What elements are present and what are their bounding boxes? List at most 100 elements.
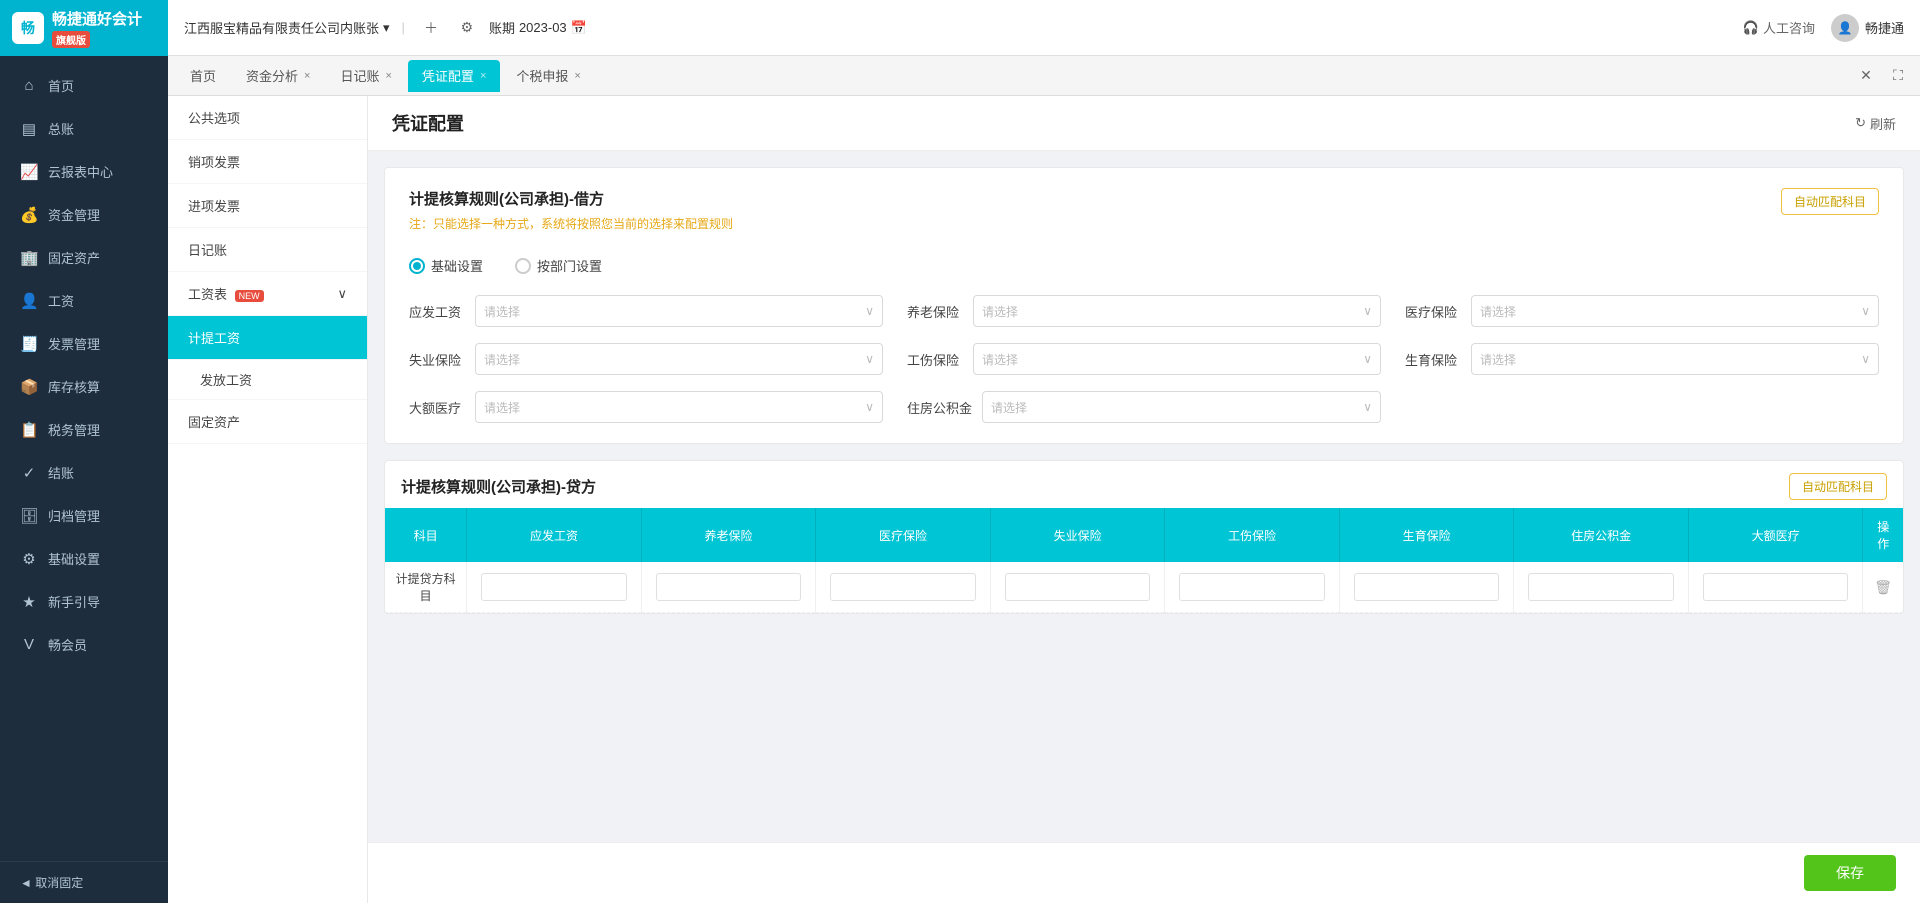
debit-section-header: 计提核算规则(公司承担)-借方 注：只能选择一种方式，系统将按照您当前的选择来配… [409, 188, 1879, 248]
sidebar-item-guide[interactable]: ★ 新手引导 [0, 580, 168, 623]
large-medical-select[interactable]: 请选择 ∨ [475, 391, 883, 423]
maternity-select[interactable]: 请选择 ∨ [1471, 343, 1879, 375]
settings-icon[interactable]: ⚙ [453, 14, 481, 42]
user-menu[interactable]: 👤 畅捷通 [1831, 14, 1904, 42]
close-icon[interactable]: × [574, 70, 580, 82]
left-menu-salary-table[interactable]: 工资表 NEW ∨ [168, 272, 367, 316]
left-menu-salary-pay[interactable]: 发放工资 [168, 360, 367, 400]
input-unemployment[interactable] [1005, 573, 1150, 601]
housing-fund-select[interactable]: 请选择 ∨ [982, 391, 1381, 423]
sidebar-item-basic-settings[interactable]: ⚙ 基础设置 [0, 537, 168, 580]
sidebar-item-label: 基础设置 [48, 549, 100, 568]
sidebar-item-inventory[interactable]: 📦 库存核算 [0, 365, 168, 408]
sidebar-item-label: 云报表中心 [48, 162, 113, 181]
expand-button[interactable]: ⛶ [1884, 62, 1912, 90]
debit-section-title: 计提核算规则(公司承担)-借方 [409, 188, 733, 209]
delete-row-button[interactable]: 🗑 [1874, 579, 1892, 595]
form-row-unemployment: 失业保险 请选择 ∨ [409, 343, 883, 375]
refresh-icon: ↻ [1855, 115, 1866, 131]
debit-form-grid: 应发工资 请选择 ∨ 养老保险 请选择 ∨ [409, 295, 1879, 423]
refresh-button[interactable]: ↻ 刷新 [1855, 114, 1896, 133]
input-housing-fund[interactable] [1528, 573, 1673, 601]
form-row-medical: 医疗保险 请选择 ∨ [1405, 295, 1879, 327]
unemployment-label: 失业保险 [409, 350, 465, 369]
injury-select[interactable]: 请选择 ∨ [973, 343, 1381, 375]
close-icon[interactable]: × [385, 70, 391, 82]
medical-select[interactable]: 请选择 ∨ [1471, 295, 1879, 327]
sidebar-item-fund[interactable]: 💰 资金管理 [0, 193, 168, 236]
col-unemployment: 失业保险 [990, 508, 1165, 562]
calendar-icon[interactable]: 📅 [571, 20, 587, 36]
input-large-medical[interactable] [1703, 573, 1848, 601]
left-menu-salary-accrual[interactable]: 计提工资 [168, 316, 367, 360]
debit-auto-match-button[interactable]: 自动匹配科目 [1781, 188, 1879, 215]
tab-home[interactable]: 首页 [176, 60, 230, 92]
debit-section: 计提核算规则(公司承担)-借方 注：只能选择一种方式，系统将按照您当前的选择来配… [384, 167, 1904, 444]
row-maternity [1339, 562, 1514, 613]
chevron-down-icon: ∨ [1363, 352, 1372, 366]
injury-label: 工伤保险 [907, 350, 963, 369]
sidebar-item-fixed-assets[interactable]: 🏢 固定资产 [0, 236, 168, 279]
save-button[interactable]: 保存 [1804, 855, 1896, 891]
unpin-label: ◄ 取消固定 [20, 874, 83, 891]
radio-basic[interactable]: 基础设置 [409, 256, 483, 275]
sidebar-item-cloud-report[interactable]: 📈 云报表中心 [0, 150, 168, 193]
topbar-right: 🎧 人工咨询 👤 畅捷通 [1743, 14, 1904, 42]
service-button[interactable]: 🎧 人工咨询 [1743, 18, 1815, 37]
credit-auto-match-button[interactable]: 自动匹配科目 [1789, 473, 1887, 500]
left-menu-fixed-assets[interactable]: 固定资产 [168, 400, 367, 444]
chevron-down-icon: ∨ [1363, 304, 1372, 318]
input-maternity[interactable] [1354, 573, 1499, 601]
fund-icon: 💰 [20, 206, 38, 224]
page-header: 凭证配置 ↻ 刷新 [368, 96, 1920, 151]
form-row-maternity: 生育保险 请选择 ∨ [1405, 343, 1879, 375]
pension-select[interactable]: 请选择 ∨ [973, 295, 1381, 327]
service-label: 人工咨询 [1763, 18, 1815, 37]
sidebar-item-settle[interactable]: ✓ 结账 [0, 451, 168, 494]
chevron-down-icon: ∨ [865, 400, 874, 414]
close-icon[interactable]: × [480, 70, 486, 82]
left-menu-sales-invoice[interactable]: 销项发票 [168, 140, 367, 184]
input-should-pay[interactable] [481, 573, 626, 601]
tab-journal[interactable]: 日记账 × [326, 60, 405, 92]
sidebar-item-archive[interactable]: 🗄 归档管理 [0, 494, 168, 537]
sidebar-unpin[interactable]: ◄ 取消固定 [0, 861, 168, 903]
credit-section-header: 计提核算规则(公司承担)-贷方 自动匹配科目 [385, 461, 1903, 508]
input-injury[interactable] [1179, 573, 1324, 601]
form-row-housing-fund: 住房公积金 请选择 ∨ [907, 391, 1381, 423]
should-pay-select[interactable]: 请选择 ∨ [475, 295, 883, 327]
tab-voucher-config[interactable]: 凭证配置 × [408, 60, 500, 92]
radio-dept[interactable]: 按部门设置 [515, 256, 602, 275]
close-icon[interactable]: × [304, 70, 310, 82]
sidebar-item-invoice[interactable]: 🧾 发票管理 [0, 322, 168, 365]
tabbar-controls: ✕ ⛶ [1852, 62, 1912, 90]
chevron-down-icon: ∨ [865, 352, 874, 366]
sidebar-item-vip[interactable]: V 畅会员 [0, 623, 168, 666]
tab-tax-report[interactable]: 个税申报 × [502, 60, 594, 92]
sidebar-item-label: 资金管理 [48, 205, 100, 224]
tab-fund-analysis[interactable]: 资金分析 × [232, 60, 324, 92]
tab-voucher-config-label: 凭证配置 [422, 66, 474, 85]
input-pension[interactable] [656, 573, 801, 601]
injury-placeholder: 请选择 [982, 351, 1018, 368]
company-selector[interactable]: 江西服宝精品有限责任公司内账张 ▾ [184, 18, 390, 37]
tab-tax-report-label: 个税申报 [516, 66, 568, 85]
sidebar-item-home[interactable]: ⌂ 首页 [0, 64, 168, 107]
sidebar-item-salary[interactable]: 👤 工资 [0, 279, 168, 322]
unemployment-select[interactable]: 请选择 ∨ [475, 343, 883, 375]
tabbar: 首页 资金分析 × 日记账 × 凭证配置 × 个税申报 × ✕ ⛶ [168, 56, 1920, 96]
close-all-button[interactable]: ✕ [1852, 62, 1880, 90]
radio-dept-circle [515, 258, 531, 274]
add-button[interactable]: ＋ [417, 14, 445, 42]
left-menu-purchase-invoice[interactable]: 进项发票 [168, 184, 367, 228]
input-medical[interactable] [830, 573, 975, 601]
housing-fund-label: 住房公积金 [907, 398, 972, 417]
form-row-should-pay: 应发工资 请选择 ∨ [409, 295, 883, 327]
chevron-down-icon: ∨ [337, 286, 347, 302]
left-menu-public[interactable]: 公共选项 [168, 96, 367, 140]
sidebar-item-ledger[interactable]: ▤ 总账 [0, 107, 168, 150]
sidebar-item-tax[interactable]: 📋 税务管理 [0, 408, 168, 451]
period-value: 2023-03 [519, 20, 567, 35]
left-menu-journal[interactable]: 日记账 [168, 228, 367, 272]
large-medical-label: 大额医疗 [409, 398, 465, 417]
